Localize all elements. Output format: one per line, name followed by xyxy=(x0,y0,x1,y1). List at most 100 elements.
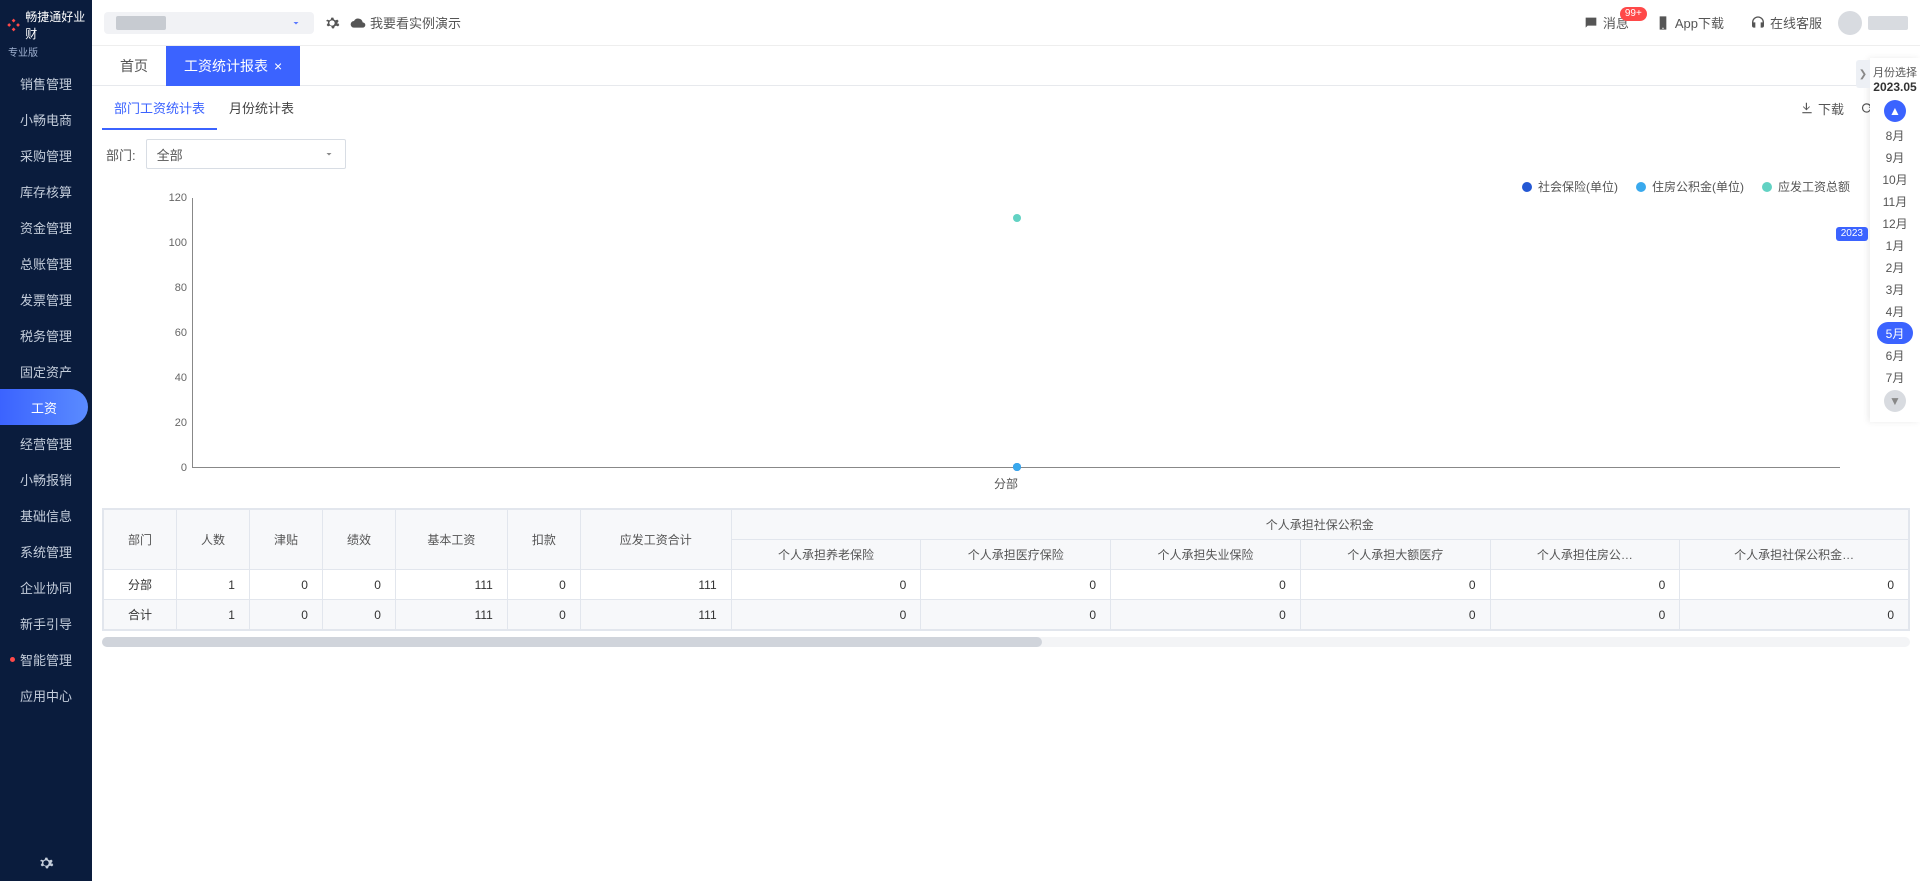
sidebar-item-4[interactable]: 资金管理 xyxy=(0,209,92,245)
table-cell: 分部 xyxy=(104,570,177,600)
chart-ytick: 100 xyxy=(162,237,187,249)
month-item[interactable]: 1月 xyxy=(1870,234,1920,256)
table-cell: 0 xyxy=(507,570,580,600)
content: 部门工资统计表月份统计表 下载 刷新 xyxy=(92,86,1920,881)
online-service-button[interactable]: 在线客服 xyxy=(1750,13,1822,32)
table-cell: 111 xyxy=(580,600,731,630)
sidebar-item-label: 固定资产 xyxy=(20,362,72,381)
chart-ytick: 80 xyxy=(162,282,187,294)
chart-ytick: 0 xyxy=(162,462,187,474)
notification-dot-icon xyxy=(10,657,15,662)
table-header: 扣款 xyxy=(507,510,580,570)
sidebar-item-3[interactable]: 库存核算 xyxy=(0,173,92,209)
demo-link[interactable]: 我要看实例演示 xyxy=(350,13,461,32)
messages-button[interactable]: 消息 99+ xyxy=(1583,13,1629,32)
cloud-icon xyxy=(350,15,366,31)
month-scroll-up[interactable]: ▲ xyxy=(1884,100,1906,122)
messages-badge: 99+ xyxy=(1620,7,1647,21)
month-item[interactable]: 2月 xyxy=(1870,256,1920,278)
filter-row: 部门: 全部 xyxy=(102,130,1910,178)
sidebar-item-label: 销售管理 xyxy=(20,74,72,93)
main: 我要看实例演示 消息 99+ App下载 xyxy=(92,0,1920,881)
tab-label: 首页 xyxy=(120,56,148,76)
legend-item[interactable]: 社会保险(单位) xyxy=(1522,178,1618,195)
legend-item[interactable]: 住房公积金(单位) xyxy=(1636,178,1744,195)
horizontal-scrollbar[interactable] xyxy=(102,637,1910,647)
message-icon xyxy=(1583,15,1599,31)
sidebar-item-0[interactable]: 销售管理 xyxy=(0,65,92,101)
sidebar-item-11[interactable]: 小畅报销 xyxy=(0,461,92,497)
settings-button[interactable] xyxy=(324,15,340,31)
table-group-header: 个人承担社保公积金 xyxy=(731,510,1908,540)
sidebar-item-7[interactable]: 税务管理 xyxy=(0,317,92,353)
sidebar-item-5[interactable]: 总账管理 xyxy=(0,245,92,281)
sidebar-item-12[interactable]: 基础信息 xyxy=(0,497,92,533)
sidebar-item-17[interactable]: 应用中心 xyxy=(0,677,92,713)
table-cell: 0 xyxy=(249,600,322,630)
gear-icon xyxy=(38,855,54,871)
tab-1[interactable]: 工资统计报表× xyxy=(166,46,300,86)
month-item[interactable]: 10月 xyxy=(1870,168,1920,190)
department-select[interactable]: 全部 xyxy=(146,139,346,169)
month-item[interactable]: 9月 xyxy=(1870,146,1920,168)
month-panel-collapse[interactable]: ❯ xyxy=(1856,60,1870,88)
legend-dot-icon xyxy=(1522,182,1532,192)
tab-0[interactable]: 首页 xyxy=(102,46,166,86)
sidebar-item-15[interactable]: 新手引导 xyxy=(0,605,92,641)
sidebar-item-6[interactable]: 发票管理 xyxy=(0,281,92,317)
avatar xyxy=(1838,11,1862,35)
user-menu[interactable] xyxy=(1838,11,1908,35)
chevron-down-icon xyxy=(290,17,302,29)
sidebar-item-2[interactable]: 采购管理 xyxy=(0,137,92,173)
sidebar-item-label: 企业协同 xyxy=(20,578,72,597)
sidebar-item-16[interactable]: 智能管理 xyxy=(0,641,92,677)
table-header: 人数 xyxy=(176,510,249,570)
legend-dot-icon xyxy=(1636,182,1646,192)
sidebar-item-10[interactable]: 经营管理 xyxy=(0,425,92,461)
headset-icon xyxy=(1750,15,1766,31)
chart-ytick: 120 xyxy=(162,192,187,204)
chart-grid xyxy=(192,198,1840,468)
table-cell: 0 xyxy=(921,570,1111,600)
month-item[interactable]: 3月 xyxy=(1870,278,1920,300)
table-cell: 0 xyxy=(1490,600,1680,630)
month-panel-title: 月份选择 xyxy=(1873,64,1917,80)
sidebar-item-label: 资金管理 xyxy=(20,218,72,237)
chart-xlabel: 分部 xyxy=(994,475,1018,492)
chart-ytick: 40 xyxy=(162,372,187,384)
month-item[interactable]: 8月 xyxy=(1870,124,1920,146)
table-header: 津贴 xyxy=(249,510,322,570)
sidebar-item-9[interactable]: 工资 xyxy=(0,389,88,425)
sidebar-item-label: 工资 xyxy=(31,398,57,417)
org-selector[interactable] xyxy=(104,12,314,34)
table-cell: 0 xyxy=(1300,570,1490,600)
table-header: 应发工资合计 xyxy=(580,510,731,570)
sidebar-item-label: 小畅报销 xyxy=(20,470,72,489)
table-cell: 0 xyxy=(1111,570,1301,600)
sidebar-item-13[interactable]: 系统管理 xyxy=(0,533,92,569)
app-download-button[interactable]: App下载 xyxy=(1655,13,1724,32)
month-item[interactable]: 11月 xyxy=(1870,190,1920,212)
month-item[interactable]: 5月 xyxy=(1877,322,1913,344)
table-header: 个人承担大额医疗 xyxy=(1300,540,1490,570)
sidebar-settings[interactable] xyxy=(0,845,92,881)
month-item[interactable]: 6月 xyxy=(1870,344,1920,366)
download-button[interactable]: 下载 xyxy=(1800,99,1844,118)
subtab-1[interactable]: 月份统计表 xyxy=(217,86,306,130)
sidebar-item-1[interactable]: 小畅电商 xyxy=(0,101,92,137)
subtab-0[interactable]: 部门工资统计表 xyxy=(102,86,217,130)
month-item[interactable]: 12月 xyxy=(1870,212,1920,234)
salary-table: 部门人数津贴绩效基本工资扣款应发工资合计个人承担社保公积金个人承担养老保险个人承… xyxy=(103,509,1909,630)
scrollbar-thumb[interactable] xyxy=(102,637,1042,647)
sidebar-item-label: 经营管理 xyxy=(20,434,72,453)
table-cell: 0 xyxy=(921,600,1111,630)
month-item[interactable]: 7月 xyxy=(1870,366,1920,388)
sidebar-item-8[interactable]: 固定资产 xyxy=(0,353,92,389)
app-download-label: App下载 xyxy=(1675,13,1724,32)
sidebar-item-14[interactable]: 企业协同 xyxy=(0,569,92,605)
table-cell: 0 xyxy=(249,570,322,600)
legend-item[interactable]: 应发工资总额 xyxy=(1762,178,1850,195)
month-scroll-down[interactable]: ▼ xyxy=(1884,390,1906,412)
month-item[interactable]: 4月 xyxy=(1870,300,1920,322)
close-icon[interactable]: × xyxy=(274,59,282,73)
